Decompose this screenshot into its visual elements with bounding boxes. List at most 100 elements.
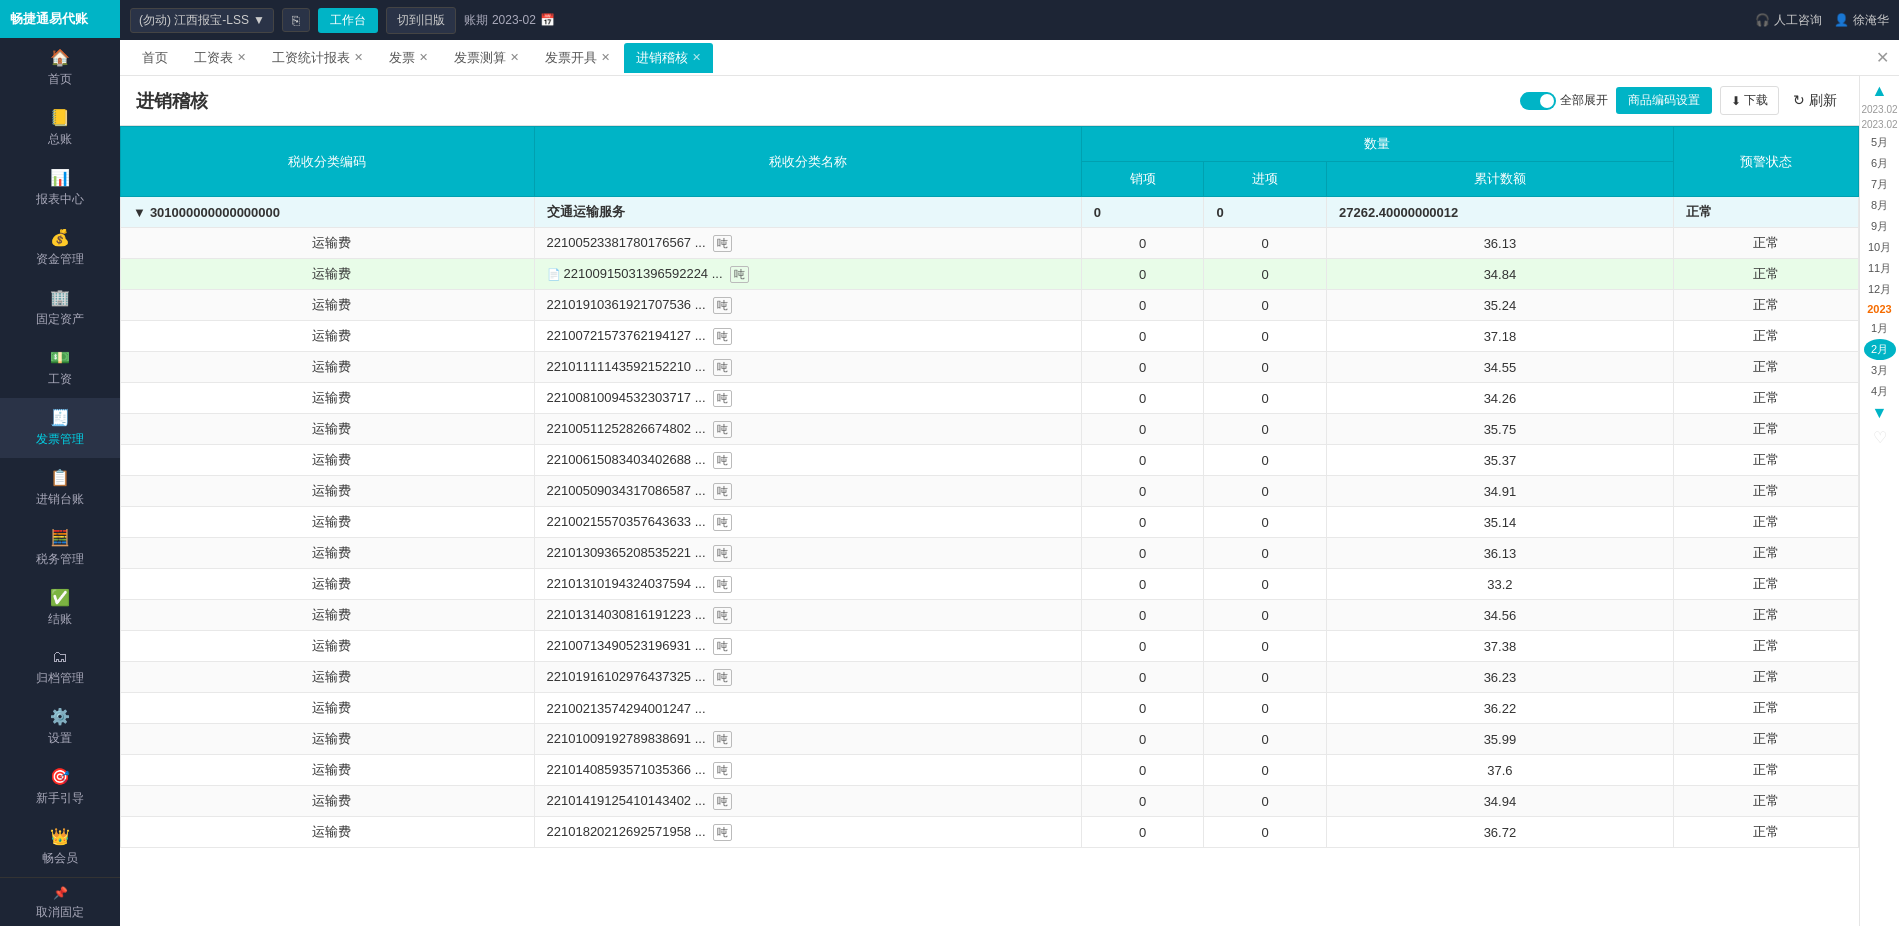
sidebar-item-salary[interactable]: 💵 工资	[0, 338, 120, 398]
row-purchase: 0	[1204, 817, 1327, 848]
app-logo: 畅捷通易代账	[0, 0, 120, 38]
refresh-button[interactable]: ↻ 刷新	[1787, 87, 1843, 115]
page-actions: 全部展开 商品编码设置 ⬇ 下载 ↻ 刷新	[1520, 86, 1843, 115]
unpin-button[interactable]: 📌 取消固定	[0, 877, 120, 926]
timeline-month-2-active[interactable]: 2月	[1864, 339, 1896, 360]
user-info[interactable]: 👤 徐淹华	[1834, 12, 1889, 29]
tab-invoice-calc[interactable]: 发票测算 ✕	[442, 43, 531, 73]
tab-invoice-issue-close[interactable]: ✕	[601, 51, 610, 64]
row-cumulative: 34.55	[1326, 352, 1673, 383]
data-table: 税收分类编码 税收分类名称 数量 预警状态 销项 进项 累计数额	[120, 126, 1859, 848]
sidebar-item-ledger[interactable]: 📒 总账	[0, 98, 120, 158]
row-status: 正常	[1673, 724, 1858, 755]
tab-audit[interactable]: 进销稽核 ✕	[624, 43, 713, 73]
commodity-code-button[interactable]: 商品编码设置	[1616, 87, 1712, 114]
tab-invoice-issue[interactable]: 发票开具 ✕	[533, 43, 622, 73]
tab-invoice-issue-label: 发票开具	[545, 49, 597, 67]
timeline-month-9[interactable]: 9月	[1864, 216, 1896, 237]
calendar-icon[interactable]: 📅	[540, 13, 555, 27]
timeline-month-12[interactable]: 12月	[1864, 279, 1896, 300]
table-row: 运输费 22100213574294001247 ... 0 0 36.22 正…	[121, 693, 1859, 724]
page-header: 进销稽核 全部展开 商品编码设置 ⬇ 下载 ↻ 刷新	[120, 76, 1859, 125]
timeline-month-1[interactable]: 1月	[1864, 318, 1896, 339]
timeline-panel: ▲ 2023.02 2023.02 5月 6月 7月 8月 9月 10月 11月…	[1859, 76, 1899, 926]
tab-salary-close[interactable]: ✕	[237, 51, 246, 64]
group-sales: 0	[1081, 197, 1204, 228]
row-cumulative: 37.6	[1326, 755, 1673, 786]
sidebar: 畅捷通易代账 🏠 首页 📒 总账 📊 报表中心 💰 资金管理 🏢 固定资产 💵 …	[0, 0, 120, 926]
row-invoice-code: 22100615083403402688 ... 吨	[534, 445, 1081, 476]
row-purchase: 0	[1204, 259, 1327, 290]
sidebar-item-guide[interactable]: 🎯 新手引导	[0, 757, 120, 817]
support-link[interactable]: 🎧 人工咨询	[1755, 12, 1822, 29]
timeline-month-6[interactable]: 6月	[1864, 153, 1896, 174]
back-button[interactable]: 切到旧版	[386, 7, 456, 34]
row-name: 运输费	[121, 290, 535, 321]
sidebar-item-purchase[interactable]: 📋 进销台账	[0, 458, 120, 518]
row-purchase: 0	[1204, 321, 1327, 352]
logo-text: 畅捷通易代账	[10, 10, 88, 28]
row-sales: 0	[1081, 817, 1204, 848]
tab-invoice-close[interactable]: ✕	[419, 51, 428, 64]
settings-icon: ⚙️	[50, 707, 70, 726]
tab-audit-close[interactable]: ✕	[692, 51, 701, 64]
row-purchase: 0	[1204, 631, 1327, 662]
sidebar-item-archive[interactable]: 🗂 归档管理	[0, 638, 120, 697]
timeline-month-3[interactable]: 3月	[1864, 360, 1896, 381]
timeline-month-10[interactable]: 10月	[1864, 237, 1896, 258]
copy-button[interactable]: ⎘	[282, 8, 310, 32]
tab-salary-report-close[interactable]: ✕	[354, 51, 363, 64]
sidebar-item-home[interactable]: 🏠 首页	[0, 38, 120, 98]
sidebar-label-archive: 归档管理	[36, 670, 84, 687]
sidebar-item-reports[interactable]: 📊 报表中心	[0, 158, 120, 218]
sidebar-item-invoice[interactable]: 🧾 发票管理	[0, 398, 120, 458]
tab-salary-report[interactable]: 工资统计报表 ✕	[260, 43, 375, 73]
expand-toggle[interactable]	[1520, 92, 1556, 110]
timeline-month-11[interactable]: 11月	[1864, 258, 1896, 279]
download-button[interactable]: ⬇ 下载	[1720, 86, 1779, 115]
th-quantity: 数量	[1081, 127, 1673, 162]
sidebar-item-tax[interactable]: 🧮 税务管理	[0, 518, 120, 578]
row-sales: 0	[1081, 538, 1204, 569]
row-status: 正常	[1673, 631, 1858, 662]
table-row: 运输费 22101916102976437325 ... 吨 0 0 36.23…	[121, 662, 1859, 693]
sidebar-item-finance[interactable]: 💰 资金管理	[0, 218, 120, 278]
table-row: 运输费 22100511252826674802 ... 吨 0 0 35.75…	[121, 414, 1859, 445]
sidebar-item-assets[interactable]: 🏢 固定资产	[0, 278, 120, 338]
row-invoice-code: 22101408593571035366 ... 吨	[534, 755, 1081, 786]
row-name: 运输费	[121, 538, 535, 569]
row-status: 正常	[1673, 538, 1858, 569]
company-selector[interactable]: (勿动) 江西报宝-LSS ▼	[130, 8, 274, 33]
tab-invoice-calc-close[interactable]: ✕	[510, 51, 519, 64]
tab-invoice[interactable]: 发票 ✕	[377, 43, 440, 73]
timeline-month-8[interactable]: 8月	[1864, 195, 1896, 216]
close-all-tabs[interactable]: ✕	[1876, 48, 1889, 67]
timeline-scroll-down[interactable]: ▼	[1870, 402, 1890, 424]
row-purchase: 0	[1204, 445, 1327, 476]
row-cumulative: 35.75	[1326, 414, 1673, 445]
sidebar-label-close: 结账	[48, 611, 72, 628]
sidebar-item-close[interactable]: ✅ 结账	[0, 578, 120, 638]
row-invoice-code: 22101310194324037594 ... 吨	[534, 569, 1081, 600]
row-status: 正常	[1673, 414, 1858, 445]
timeline-month-5[interactable]: 5月	[1864, 132, 1896, 153]
row-name: 运输费	[121, 724, 535, 755]
timeline-month-4[interactable]: 4月	[1864, 381, 1896, 402]
workbench-button[interactable]: 工作台	[318, 8, 378, 33]
row-sales: 0	[1081, 662, 1204, 693]
timeline-month-7[interactable]: 7月	[1864, 174, 1896, 195]
tab-salary[interactable]: 工资表 ✕	[182, 43, 258, 73]
row-status: 正常	[1673, 662, 1858, 693]
sidebar-item-settings[interactable]: ⚙️ 设置	[0, 697, 120, 757]
table-row: 运输费 22101820212692571958 ... 吨 0 0 36.72…	[121, 817, 1859, 848]
salary-icon: 💵	[50, 348, 70, 367]
row-purchase: 0	[1204, 724, 1327, 755]
row-cumulative: 35.14	[1326, 507, 1673, 538]
table-row: 运输费 22101310194324037594 ... 吨 0 0 33.2 …	[121, 569, 1859, 600]
sidebar-item-member[interactable]: 👑 畅会员	[0, 817, 120, 877]
tab-home[interactable]: 首页	[130, 43, 180, 73]
copy-icon: ⎘	[292, 13, 300, 28]
page-content: 进销稽核 全部展开 商品编码设置 ⬇ 下载 ↻ 刷新	[120, 76, 1859, 926]
timeline-scroll-up[interactable]: ▲	[1870, 80, 1890, 102]
row-invoice-code: 22100215570357643633 ... 吨	[534, 507, 1081, 538]
